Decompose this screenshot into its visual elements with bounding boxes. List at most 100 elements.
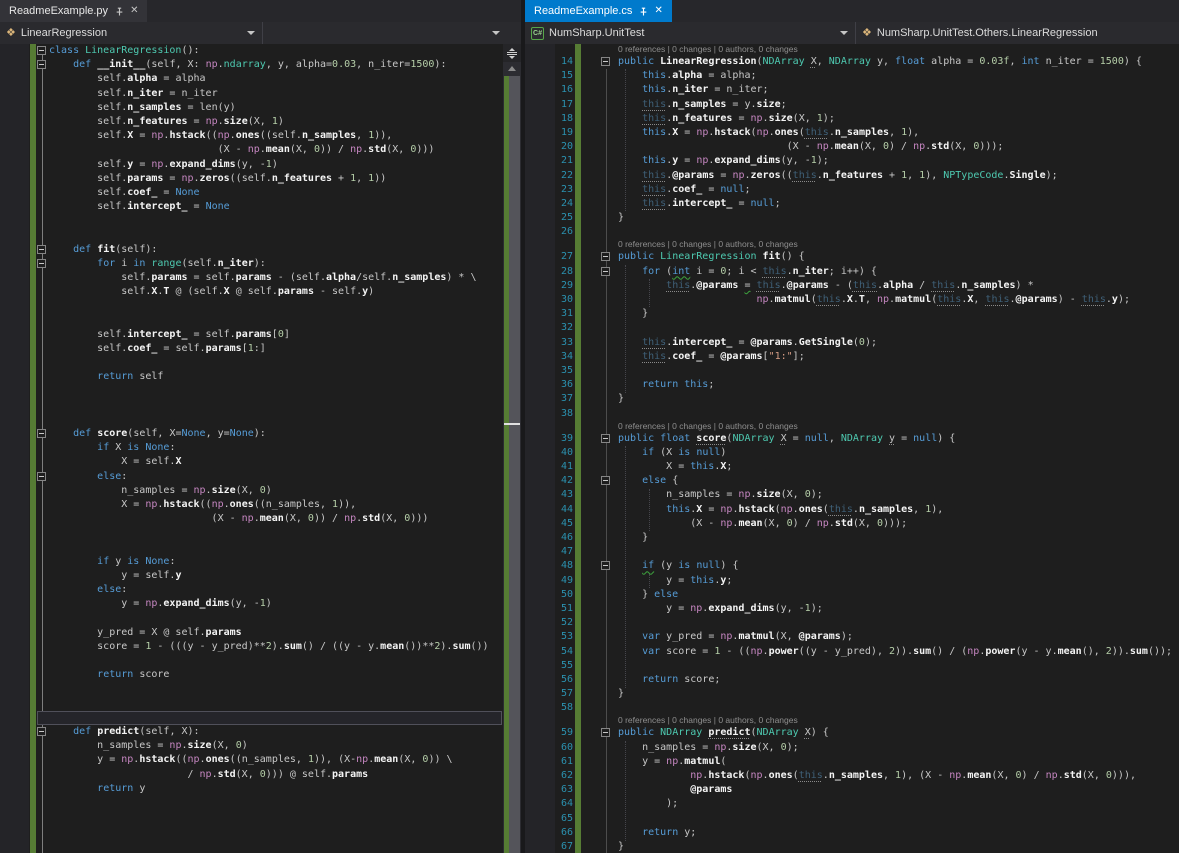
fold-collapse-box[interactable] — [37, 244, 46, 254]
code-line[interactable]: self.params = self.params - (self.alpha/… — [0, 271, 521, 285]
pin-icon[interactable] — [639, 7, 648, 16]
code-line[interactable]: 48 if (y is null) { — [525, 559, 1179, 573]
code-line[interactable]: 56 return score; — [525, 673, 1179, 687]
project-dropdown[interactable]: C# NumSharp.UnitTest — [525, 22, 855, 44]
code-line[interactable]: 14 public LinearRegression(NDArray X, NDA… — [525, 55, 1179, 69]
code-line[interactable] — [0, 413, 521, 427]
code-line[interactable]: n_samples = np.size(X, 0) — [0, 484, 521, 498]
code-line[interactable]: 27 public LinearRegression fit() { — [525, 250, 1179, 264]
splitter-handle-icon[interactable] — [503, 44, 521, 62]
code-line[interactable]: 44 this.X = np.hstack(np.ones(this.n_sam… — [525, 503, 1179, 517]
code-line[interactable]: 28 for (int i = 0; i < this.n_iter; i++)… — [525, 265, 1179, 279]
codelens-row[interactable]: 0 references | 0 changes | 0 authors, 0 … — [525, 44, 1179, 55]
tab-readmeexample-py[interactable]: ReadmeExample.py ✕ — [0, 0, 148, 22]
code-line[interactable]: self.y = np.expand_dims(y, -1) — [0, 158, 521, 172]
code-line[interactable]: n_samples = np.size(X, 0) — [0, 739, 521, 753]
code-line[interactable]: self.coef_ = None — [0, 186, 521, 200]
code-line[interactable]: 38 — [525, 407, 1179, 421]
code-line[interactable] — [0, 697, 521, 711]
code-line[interactable] — [0, 796, 521, 810]
code-line[interactable]: 62 np.hstack(np.ones(this.n_samples, 1),… — [525, 769, 1179, 783]
codelens-indicator[interactable]: 0 references | 0 changes | 0 authors, 0 … — [618, 421, 798, 432]
code-line[interactable]: 51 y = np.expand_dims(y, -1); — [525, 602, 1179, 616]
code-line[interactable]: def fit(self): — [0, 243, 521, 257]
code-line[interactable]: self.alpha = alpha — [0, 72, 521, 86]
code-line[interactable]: / np.std(X, 0))) @ self.params — [0, 768, 521, 782]
fold-margin[interactable] — [0, 58, 49, 72]
code-line[interactable]: 45 (X - np.mean(X, 0) / np.std(X, 0))); — [525, 517, 1179, 531]
fold-margin[interactable] — [573, 265, 618, 279]
code-line[interactable]: 49 y = this.y; — [525, 574, 1179, 588]
code-line[interactable]: 36 return this; — [525, 378, 1179, 392]
code-line[interactable]: if X is None: — [0, 441, 521, 455]
code-line[interactable]: 60 n_samples = np.size(X, 0); — [525, 741, 1179, 755]
code-line[interactable]: self.n_samples = len(y) — [0, 101, 521, 115]
code-line[interactable]: 31 } — [525, 307, 1179, 321]
fold-margin[interactable] — [573, 250, 618, 264]
code-line[interactable]: 26 — [525, 225, 1179, 239]
tab-readmeexample-cs[interactable]: ReadmeExample.cs ✕ — [525, 0, 672, 22]
code-line[interactable]: self.intercept_ = self.params[0] — [0, 328, 521, 342]
vertical-scrollbar[interactable] — [503, 44, 521, 853]
fold-collapse-box[interactable] — [601, 433, 610, 443]
scrollbar-track[interactable] — [503, 76, 521, 853]
code-line[interactable] — [0, 228, 521, 242]
code-line[interactable]: else: — [0, 583, 521, 597]
code-line[interactable]: 18 this.n_features = np.size(X, 1); — [525, 112, 1179, 126]
code-line[interactable]: X = self.X — [0, 455, 521, 469]
code-line[interactable]: return score — [0, 668, 521, 682]
codelens-row[interactable]: 0 references | 0 changes | 0 authors, 0 … — [525, 239, 1179, 250]
code-line[interactable]: 54 var score = 1 - ((np.power((y - y_pre… — [525, 645, 1179, 659]
code-line[interactable]: (X - np.mean(X, 0)) / np.std(X, 0))) — [0, 512, 521, 526]
code-line[interactable]: 20 (X - np.mean(X, 0) / np.std(X, 0))); — [525, 140, 1179, 154]
code-line[interactable] — [0, 839, 521, 853]
code-editor-csharp[interactable]: 0 references | 0 changes | 0 authors, 0 … — [525, 44, 1179, 853]
fold-margin[interactable] — [0, 44, 49, 58]
code-line[interactable]: else: — [0, 470, 521, 484]
current-line-highlight[interactable] — [0, 710, 521, 726]
code-line[interactable]: 65 — [525, 812, 1179, 826]
code-line[interactable]: 41 X = this.X; — [525, 460, 1179, 474]
code-line[interactable]: 23 this.coef_ = null; — [525, 183, 1179, 197]
code-line[interactable]: 46 } — [525, 531, 1179, 545]
codelens-indicator[interactable]: 0 references | 0 changes | 0 authors, 0 … — [618, 715, 798, 726]
code-line[interactable]: 63 @params — [525, 783, 1179, 797]
code-line[interactable]: 16 this.n_iter = n_iter; — [525, 83, 1179, 97]
code-line[interactable]: 37} — [525, 392, 1179, 406]
code-line[interactable]: 21 this.y = np.expand_dims(y, -1); — [525, 154, 1179, 168]
code-line[interactable] — [0, 612, 521, 626]
code-line[interactable]: 39 public float score(NDArray X = null, N… — [525, 432, 1179, 446]
code-line[interactable]: if y is None: — [0, 555, 521, 569]
code-line[interactable]: 19 this.X = np.hstack(np.ones(this.n_sam… — [525, 126, 1179, 140]
code-line[interactable]: self.coef_ = self.params[1:] — [0, 342, 521, 356]
code-line[interactable] — [0, 214, 521, 228]
code-line[interactable] — [0, 810, 521, 824]
code-line[interactable]: 34 this.coef_ = @params["1:"]; — [525, 350, 1179, 364]
code-line[interactable]: 25} — [525, 211, 1179, 225]
code-line[interactable] — [0, 654, 521, 668]
code-line[interactable]: 40 if (X is null) — [525, 446, 1179, 460]
fold-margin[interactable] — [0, 427, 49, 441]
code-line[interactable]: y = np.expand_dims(y, -1) — [0, 597, 521, 611]
member-dropdown-left[interactable] — [262, 22, 521, 44]
fold-margin[interactable] — [573, 559, 618, 573]
code-line[interactable]: self.params = np.zeros((self.n_features … — [0, 172, 521, 186]
code-line[interactable] — [0, 314, 521, 328]
code-line[interactable]: self.n_features = np.size(X, 1) — [0, 115, 521, 129]
code-line[interactable]: y = self.y — [0, 569, 521, 583]
code-line[interactable]: 47 — [525, 545, 1179, 559]
fold-margin[interactable] — [0, 257, 49, 271]
code-line[interactable] — [0, 299, 521, 313]
code-line[interactable]: y = np.hstack((np.ones((n_samples, 1)), … — [0, 753, 521, 767]
codelens-indicator[interactable]: 0 references | 0 changes | 0 authors, 0 … — [618, 44, 798, 55]
scroll-up-icon[interactable] — [503, 62, 521, 76]
code-line[interactable]: return self — [0, 370, 521, 384]
fold-collapse-box[interactable] — [601, 266, 610, 276]
fold-margin[interactable] — [0, 725, 49, 739]
code-line[interactable]: def predict(self, X): — [0, 725, 521, 739]
fold-margin[interactable] — [573, 432, 618, 446]
code-line[interactable]: 15 this.alpha = alpha; — [525, 69, 1179, 83]
code-line[interactable]: self.X = np.hstack((np.ones((self.n_samp… — [0, 129, 521, 143]
code-line[interactable]: for i in range(self.n_iter): — [0, 257, 521, 271]
code-line[interactable]: 55 — [525, 659, 1179, 673]
